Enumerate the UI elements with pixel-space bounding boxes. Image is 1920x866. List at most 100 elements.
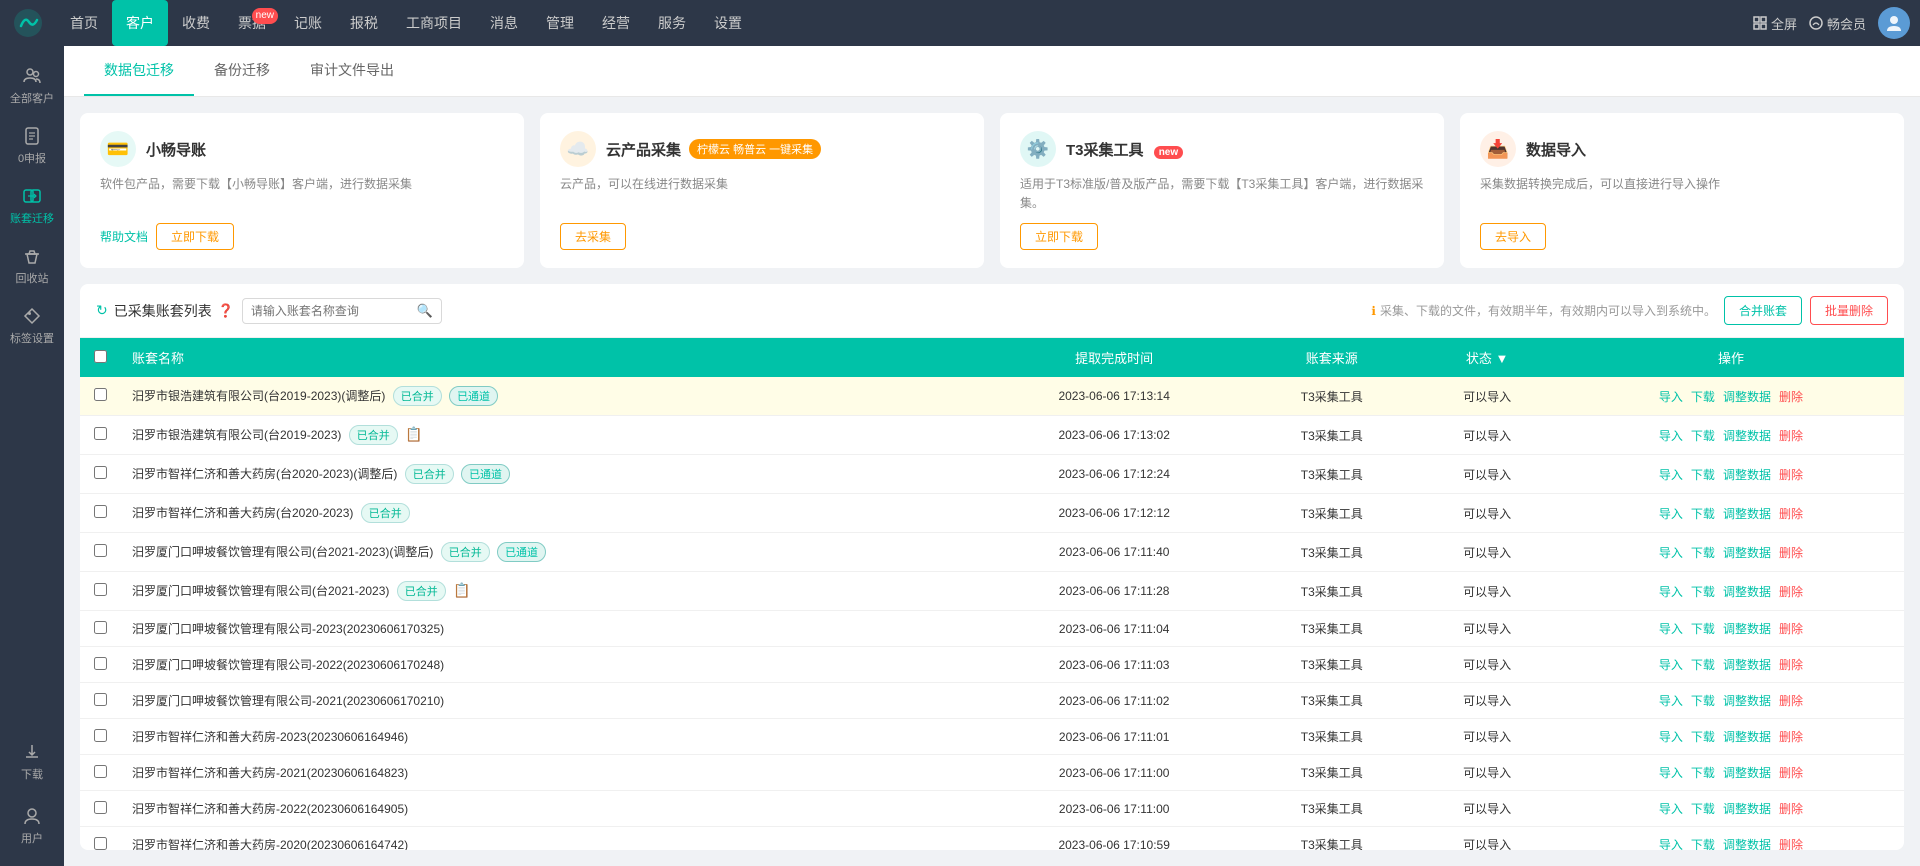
delete-action[interactable]: 删除 bbox=[1779, 468, 1803, 482]
download-action[interactable]: 下载 bbox=[1691, 468, 1715, 482]
download-action[interactable]: 下载 bbox=[1691, 429, 1715, 443]
delete-action[interactable]: 删除 bbox=[1779, 585, 1803, 599]
adjust-action[interactable]: 调整数据 bbox=[1723, 390, 1771, 404]
row-checkbox[interactable] bbox=[94, 693, 107, 706]
import-action[interactable]: 导入 bbox=[1659, 390, 1683, 404]
import-action[interactable]: 导入 bbox=[1659, 622, 1683, 636]
row-checkbox[interactable] bbox=[94, 801, 107, 814]
col-status[interactable]: 状态 ▼ bbox=[1416, 338, 1558, 377]
download-action[interactable]: 下载 bbox=[1691, 622, 1715, 636]
tab-backup-migration[interactable]: 备份迁移 bbox=[194, 46, 290, 96]
row-checkbox[interactable] bbox=[94, 388, 107, 401]
adjust-action[interactable]: 调整数据 bbox=[1723, 658, 1771, 672]
row-checkbox[interactable] bbox=[94, 427, 107, 440]
nav-item-tax[interactable]: 报税 bbox=[336, 0, 392, 46]
download-action[interactable]: 下载 bbox=[1691, 766, 1715, 780]
search-icon[interactable]: 🔍 bbox=[417, 303, 433, 319]
help-doc-link[interactable]: 帮助文档 bbox=[100, 228, 148, 245]
delete-action[interactable]: 删除 bbox=[1779, 390, 1803, 404]
nav-item-home[interactable]: 首页 bbox=[56, 0, 112, 46]
delete-action[interactable]: 删除 bbox=[1779, 429, 1803, 443]
import-action[interactable]: 导入 bbox=[1659, 802, 1683, 816]
download-action[interactable]: 下载 bbox=[1691, 802, 1715, 816]
import-action[interactable]: 导入 bbox=[1659, 468, 1683, 482]
go-import-button[interactable]: 去导入 bbox=[1480, 223, 1546, 250]
row-checkbox[interactable] bbox=[94, 657, 107, 670]
delete-action[interactable]: 删除 bbox=[1779, 802, 1803, 816]
import-action[interactable]: 导入 bbox=[1659, 429, 1683, 443]
nav-item-message[interactable]: 消息 bbox=[476, 0, 532, 46]
adjust-action[interactable]: 调整数据 bbox=[1723, 730, 1771, 744]
row-checkbox[interactable] bbox=[94, 621, 107, 634]
header-checkbox[interactable] bbox=[80, 338, 120, 377]
delete-action[interactable]: 删除 bbox=[1779, 658, 1803, 672]
adjust-action[interactable]: 调整数据 bbox=[1723, 838, 1771, 850]
sidebar-item-migrate[interactable]: 账套迁移 bbox=[0, 176, 64, 236]
import-action[interactable]: 导入 bbox=[1659, 658, 1683, 672]
download-action[interactable]: 下载 bbox=[1691, 585, 1715, 599]
nav-item-business[interactable]: 工商项目 bbox=[392, 0, 476, 46]
row-checkbox[interactable] bbox=[94, 466, 107, 479]
sidebar-item-download[interactable]: 下载 bbox=[21, 732, 43, 792]
adjust-action[interactable]: 调整数据 bbox=[1723, 802, 1771, 816]
import-action[interactable]: 导入 bbox=[1659, 766, 1683, 780]
download-now-button-3[interactable]: 立即下载 bbox=[1020, 223, 1098, 250]
download-now-button-1[interactable]: 立即下载 bbox=[156, 223, 234, 250]
delete-action[interactable]: 删除 bbox=[1779, 507, 1803, 521]
sidebar-item-recycle[interactable]: 回收站 bbox=[0, 236, 64, 296]
sidebar-item-tags[interactable]: 标签设置 bbox=[0, 296, 64, 356]
import-action[interactable]: 导入 bbox=[1659, 546, 1683, 560]
download-action[interactable]: 下载 bbox=[1691, 507, 1715, 521]
download-action[interactable]: 下载 bbox=[1691, 658, 1715, 672]
sidebar-item-all-customers[interactable]: 全部客户 bbox=[0, 56, 64, 116]
row-checkbox[interactable] bbox=[94, 583, 107, 596]
adjust-action[interactable]: 调整数据 bbox=[1723, 622, 1771, 636]
merge-button[interactable]: 合并账套 bbox=[1724, 296, 1802, 325]
nav-item-invoice[interactable]: 票据 new bbox=[224, 0, 280, 46]
adjust-action[interactable]: 调整数据 bbox=[1723, 429, 1771, 443]
download-action[interactable]: 下载 bbox=[1691, 390, 1715, 404]
adjust-action[interactable]: 调整数据 bbox=[1723, 766, 1771, 780]
row-checkbox[interactable] bbox=[94, 729, 107, 742]
import-action[interactable]: 导入 bbox=[1659, 838, 1683, 850]
row-checkbox[interactable] bbox=[94, 765, 107, 778]
select-all-checkbox[interactable] bbox=[94, 350, 107, 363]
download-action[interactable]: 下载 bbox=[1691, 546, 1715, 560]
user-avatar[interactable] bbox=[1878, 7, 1910, 39]
delete-action[interactable]: 删除 bbox=[1779, 694, 1803, 708]
go-collect-button[interactable]: 去采集 bbox=[560, 223, 626, 250]
download-action[interactable]: 下载 bbox=[1691, 730, 1715, 744]
nav-item-service[interactable]: 服务 bbox=[644, 0, 700, 46]
import-action[interactable]: 导入 bbox=[1659, 507, 1683, 521]
delete-action[interactable]: 删除 bbox=[1779, 838, 1803, 850]
sidebar-item-user[interactable]: 用户 bbox=[21, 796, 43, 856]
row-checkbox[interactable] bbox=[94, 837, 107, 850]
import-action[interactable]: 导入 bbox=[1659, 694, 1683, 708]
nav-item-bookkeeping[interactable]: 记账 bbox=[280, 0, 336, 46]
search-input[interactable] bbox=[251, 304, 411, 318]
adjust-action[interactable]: 调整数据 bbox=[1723, 694, 1771, 708]
import-action[interactable]: 导入 bbox=[1659, 585, 1683, 599]
row-checkbox[interactable] bbox=[94, 544, 107, 557]
download-action[interactable]: 下载 bbox=[1691, 838, 1715, 850]
member-button[interactable]: 畅会员 bbox=[1809, 14, 1866, 33]
adjust-action[interactable]: 调整数据 bbox=[1723, 546, 1771, 560]
delete-action[interactable]: 删除 bbox=[1779, 622, 1803, 636]
refresh-icon[interactable]: ↻ bbox=[96, 302, 108, 319]
nav-item-customer[interactable]: 客户 bbox=[112, 0, 168, 46]
delete-action[interactable]: 删除 bbox=[1779, 730, 1803, 744]
batch-delete-button[interactable]: 批量删除 bbox=[1810, 296, 1888, 325]
adjust-action[interactable]: 调整数据 bbox=[1723, 468, 1771, 482]
row-checkbox[interactable] bbox=[94, 505, 107, 518]
import-action[interactable]: 导入 bbox=[1659, 730, 1683, 744]
nav-item-settings[interactable]: 设置 bbox=[700, 0, 756, 46]
adjust-action[interactable]: 调整数据 bbox=[1723, 585, 1771, 599]
delete-action[interactable]: 删除 bbox=[1779, 766, 1803, 780]
adjust-action[interactable]: 调整数据 bbox=[1723, 507, 1771, 521]
delete-action[interactable]: 删除 bbox=[1779, 546, 1803, 560]
fullscreen-button[interactable]: 全屏 bbox=[1753, 14, 1797, 33]
tab-audit-export[interactable]: 审计文件导出 bbox=[290, 46, 414, 96]
sidebar-item-zero-report[interactable]: 0申报 bbox=[0, 116, 64, 176]
tab-data-migration[interactable]: 数据包迁移 bbox=[84, 46, 194, 96]
download-action[interactable]: 下载 bbox=[1691, 694, 1715, 708]
